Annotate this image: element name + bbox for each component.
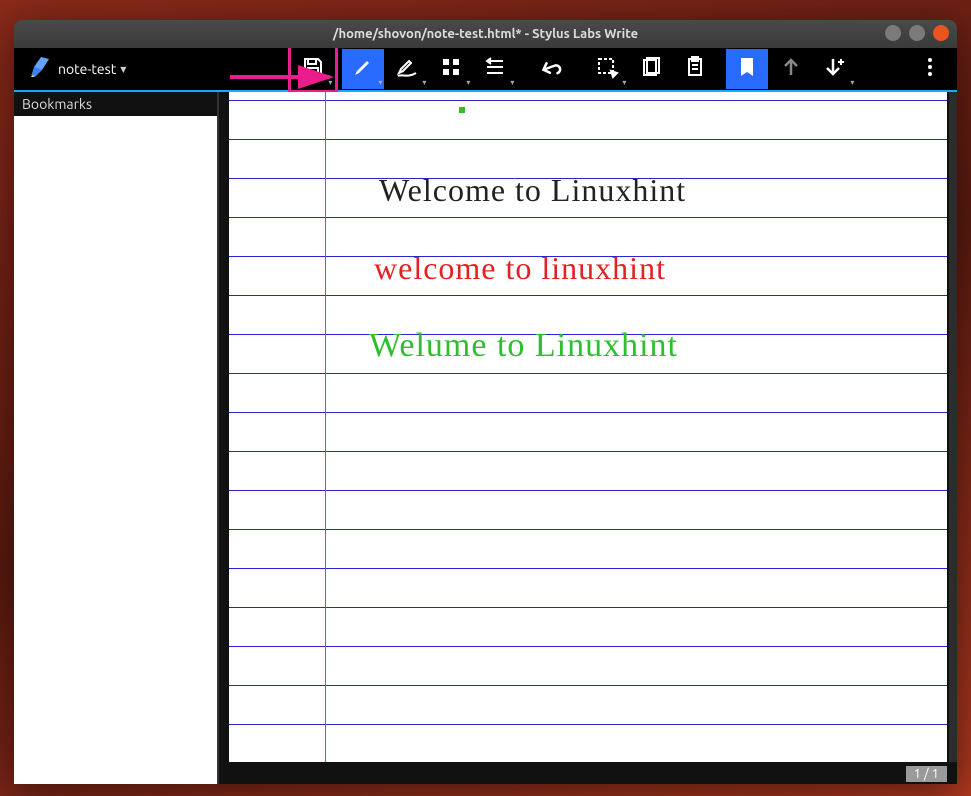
page-indicator: 1 / 1 bbox=[906, 766, 947, 782]
minimize-button[interactable] bbox=[885, 25, 901, 41]
pen-icon bbox=[351, 55, 375, 83]
window-controls bbox=[885, 25, 949, 41]
next-page-button[interactable] bbox=[814, 49, 856, 89]
toolbar: note-test ▼ bbox=[14, 48, 957, 92]
pen-style-button[interactable] bbox=[386, 49, 428, 89]
view-grid-button[interactable] bbox=[430, 49, 472, 89]
canvas-area: Welcome to Linuxhint welcome to linuxhin… bbox=[219, 92, 957, 784]
undo-button[interactable] bbox=[530, 49, 572, 89]
window-title: /home/shovon/note-test.html* - Stylus La… bbox=[333, 27, 638, 41]
save-button[interactable] bbox=[292, 49, 334, 89]
document-tab[interactable]: note-test ▼ bbox=[20, 52, 134, 87]
overflow-menu-button[interactable] bbox=[909, 49, 951, 89]
indent-icon bbox=[483, 55, 507, 83]
save-icon bbox=[301, 55, 325, 83]
overflow-menu-icon bbox=[918, 55, 942, 83]
clipboard-icon bbox=[639, 55, 663, 83]
select-icon bbox=[595, 55, 619, 83]
chevron-down-icon: ▼ bbox=[120, 65, 126, 74]
bookmarks-sidebar: Bookmarks bbox=[14, 92, 219, 784]
drawing-canvas[interactable]: Welcome to Linuxhint welcome to linuxhin… bbox=[229, 92, 947, 762]
pen-tool-button[interactable] bbox=[342, 49, 384, 89]
titlebar: /home/shovon/note-test.html* - Stylus La… bbox=[14, 20, 957, 48]
margin-line bbox=[325, 92, 326, 762]
handwriting-line-3: Welume to Linuxhint bbox=[369, 327, 678, 365]
paste-button[interactable] bbox=[674, 49, 716, 89]
undo-icon bbox=[539, 55, 563, 83]
annotation-highlight bbox=[288, 45, 338, 93]
copy-button[interactable] bbox=[630, 49, 672, 89]
prev-page-button[interactable] bbox=[770, 49, 812, 89]
app-window: /home/shovon/note-test.html* - Stylus La… bbox=[14, 20, 957, 784]
vertical-scrollbar[interactable] bbox=[949, 92, 957, 762]
ink-cursor bbox=[459, 107, 465, 113]
sidebar-header: Bookmarks bbox=[14, 92, 217, 116]
document-tab-label: note-test bbox=[58, 61, 116, 77]
handwriting-line-1: Welcome to Linuxhint bbox=[379, 172, 686, 209]
arrow-up-icon bbox=[779, 55, 803, 83]
bookmarks-list[interactable] bbox=[14, 116, 217, 784]
bookmark-button[interactable] bbox=[726, 49, 768, 89]
maximize-button[interactable] bbox=[909, 25, 925, 41]
close-button[interactable] bbox=[933, 25, 949, 41]
handwriting-line-2: welcome to linuxhint bbox=[374, 250, 666, 287]
insert-space-button[interactable] bbox=[474, 49, 516, 89]
paste-icon bbox=[683, 55, 707, 83]
pen-style-icon bbox=[395, 55, 419, 83]
app-body: Bookmarks Welcome to Linuxhint welcome t… bbox=[14, 92, 957, 784]
arrow-down-plus-icon bbox=[823, 55, 847, 83]
grid-icon bbox=[439, 55, 463, 83]
bookmark-icon bbox=[735, 55, 759, 83]
select-button[interactable] bbox=[586, 49, 628, 89]
pencil-icon bbox=[28, 56, 52, 83]
